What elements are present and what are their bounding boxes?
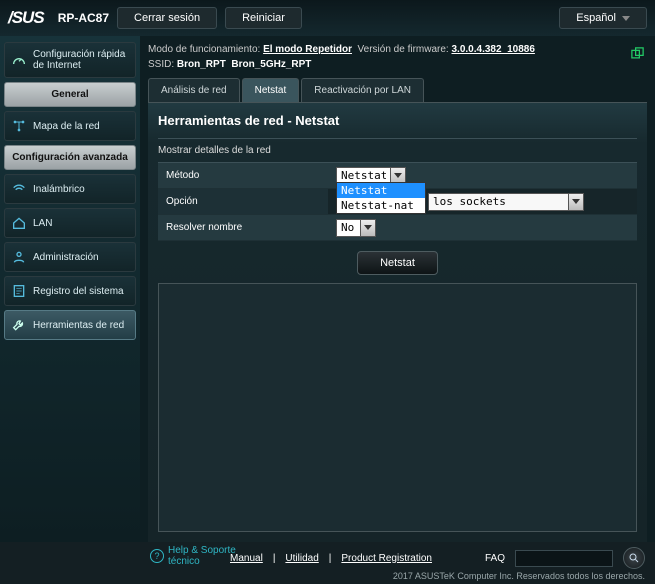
tab-wol[interactable]: Reactivación por LAN bbox=[301, 78, 424, 102]
option-select[interactable] bbox=[428, 193, 584, 211]
resolve-label: Resolver nombre bbox=[158, 215, 328, 240]
sidebar-item-label: Administración bbox=[33, 252, 99, 263]
sidebar-item-admin[interactable]: Administración bbox=[4, 242, 136, 272]
sidebar-item-lan[interactable]: LAN bbox=[4, 208, 136, 238]
fw-label: Versión de firmware: bbox=[358, 44, 449, 55]
search-icon bbox=[628, 552, 640, 564]
sidebar-item-syslog[interactable]: Registro del sistema bbox=[4, 276, 136, 306]
sidebar-item-wireless[interactable]: Inalámbrico bbox=[4, 174, 136, 204]
search-button[interactable] bbox=[623, 547, 645, 569]
sidebar-item-label: Registro del sistema bbox=[33, 286, 124, 297]
utility-link[interactable]: Utilidad bbox=[285, 553, 318, 564]
sidebar-item-label: Herramientas de red bbox=[33, 320, 124, 331]
ssid-5: Bron_5GHz_RPT bbox=[231, 59, 311, 70]
option-label: Opción bbox=[158, 189, 328, 214]
gauge-icon bbox=[11, 52, 27, 68]
sidebar-item-label: LAN bbox=[33, 218, 52, 229]
sidebar-header-advanced: Configuración avanzada bbox=[4, 145, 136, 170]
home-icon bbox=[11, 215, 27, 231]
network-map-icon bbox=[11, 118, 27, 134]
sidebar-item-label: Configuración rápida de Internet bbox=[33, 49, 129, 71]
language-label: Español bbox=[576, 12, 616, 24]
panel: Herramientas de red - Netstat Mostrar de… bbox=[148, 103, 647, 542]
method-option-netstat[interactable]: Netstat bbox=[337, 183, 425, 198]
sidebar-item-label: Mapa de la red bbox=[33, 121, 100, 132]
mode-label: Modo de funcionamiento: bbox=[148, 44, 260, 55]
fw-value[interactable]: 3.0.0.4.382_10886 bbox=[451, 44, 534, 55]
sidebar-header-general: General bbox=[4, 82, 136, 107]
ssid-label: SSID: bbox=[148, 59, 174, 70]
user-icon bbox=[11, 249, 27, 265]
copyright: 2017 ASUSTeK Computer Inc. Reservados to… bbox=[150, 571, 645, 581]
reboot-button[interactable]: Reiniciar bbox=[225, 7, 302, 29]
language-button[interactable]: Español bbox=[559, 7, 647, 29]
help-icon: ? bbox=[150, 549, 164, 563]
panel-title: Herramientas de red - Netstat bbox=[158, 113, 637, 138]
sidebar-item-quick-setup[interactable]: Configuración rápida de Internet bbox=[4, 42, 136, 78]
top-bar: /SUS RP-AC87 Cerrar sesión Reiniciar Esp… bbox=[0, 0, 655, 36]
chevron-down-icon bbox=[622, 16, 630, 21]
chevron-down-icon[interactable] bbox=[360, 219, 376, 237]
log-icon bbox=[11, 283, 27, 299]
tab-netstat[interactable]: Netstat bbox=[242, 78, 300, 102]
method-option-netstat-nat[interactable]: Netstat-nat bbox=[337, 198, 425, 213]
method-label: Método bbox=[158, 163, 328, 188]
panel-subtitle: Mostrar detalles de la red bbox=[158, 138, 637, 163]
wrench-icon bbox=[11, 317, 27, 333]
netstat-button[interactable]: Netstat bbox=[357, 251, 438, 275]
model-label: RP-AC87 bbox=[58, 11, 109, 25]
method-dropdown: Netstat Netstat-nat bbox=[336, 182, 426, 214]
product-registration-link[interactable]: Product Registration bbox=[341, 553, 432, 564]
main-area: Modo de funcionamiento: El modo Repetido… bbox=[140, 36, 655, 542]
multiview-icon[interactable] bbox=[630, 46, 645, 61]
sidebar-item-label: Inalámbrico bbox=[33, 184, 85, 195]
faq-input[interactable] bbox=[515, 550, 613, 567]
info-strip: Modo de funcionamiento: El modo Repetido… bbox=[140, 36, 655, 72]
faq-label: FAQ bbox=[485, 553, 505, 564]
footer: ? Help & Soportetécnico Manual | Utilida… bbox=[0, 542, 655, 584]
chevron-down-icon[interactable] bbox=[568, 193, 584, 211]
tab-network-analysis[interactable]: Análisis de red bbox=[148, 78, 240, 102]
logout-button[interactable]: Cerrar sesión bbox=[117, 7, 217, 29]
output-area bbox=[158, 283, 637, 532]
brand-logo: /SUS bbox=[8, 8, 44, 28]
help-link[interactable]: ? Help & Soportetécnico bbox=[150, 545, 236, 567]
sidebar: Configuración rápida de Internet General… bbox=[0, 36, 140, 542]
resolve-select[interactable] bbox=[336, 219, 376, 237]
ssid-24: Bron_RPT bbox=[177, 59, 226, 70]
mode-value[interactable]: El modo Repetidor bbox=[263, 44, 352, 55]
wifi-icon bbox=[11, 181, 27, 197]
tabs: Análisis de red Netstat Reactivación por… bbox=[148, 78, 647, 103]
sidebar-item-network-map[interactable]: Mapa de la red bbox=[4, 111, 136, 141]
resolve-input[interactable] bbox=[336, 219, 360, 237]
option-input[interactable] bbox=[428, 193, 568, 211]
sidebar-item-network-tools[interactable]: Herramientas de red bbox=[4, 310, 136, 340]
